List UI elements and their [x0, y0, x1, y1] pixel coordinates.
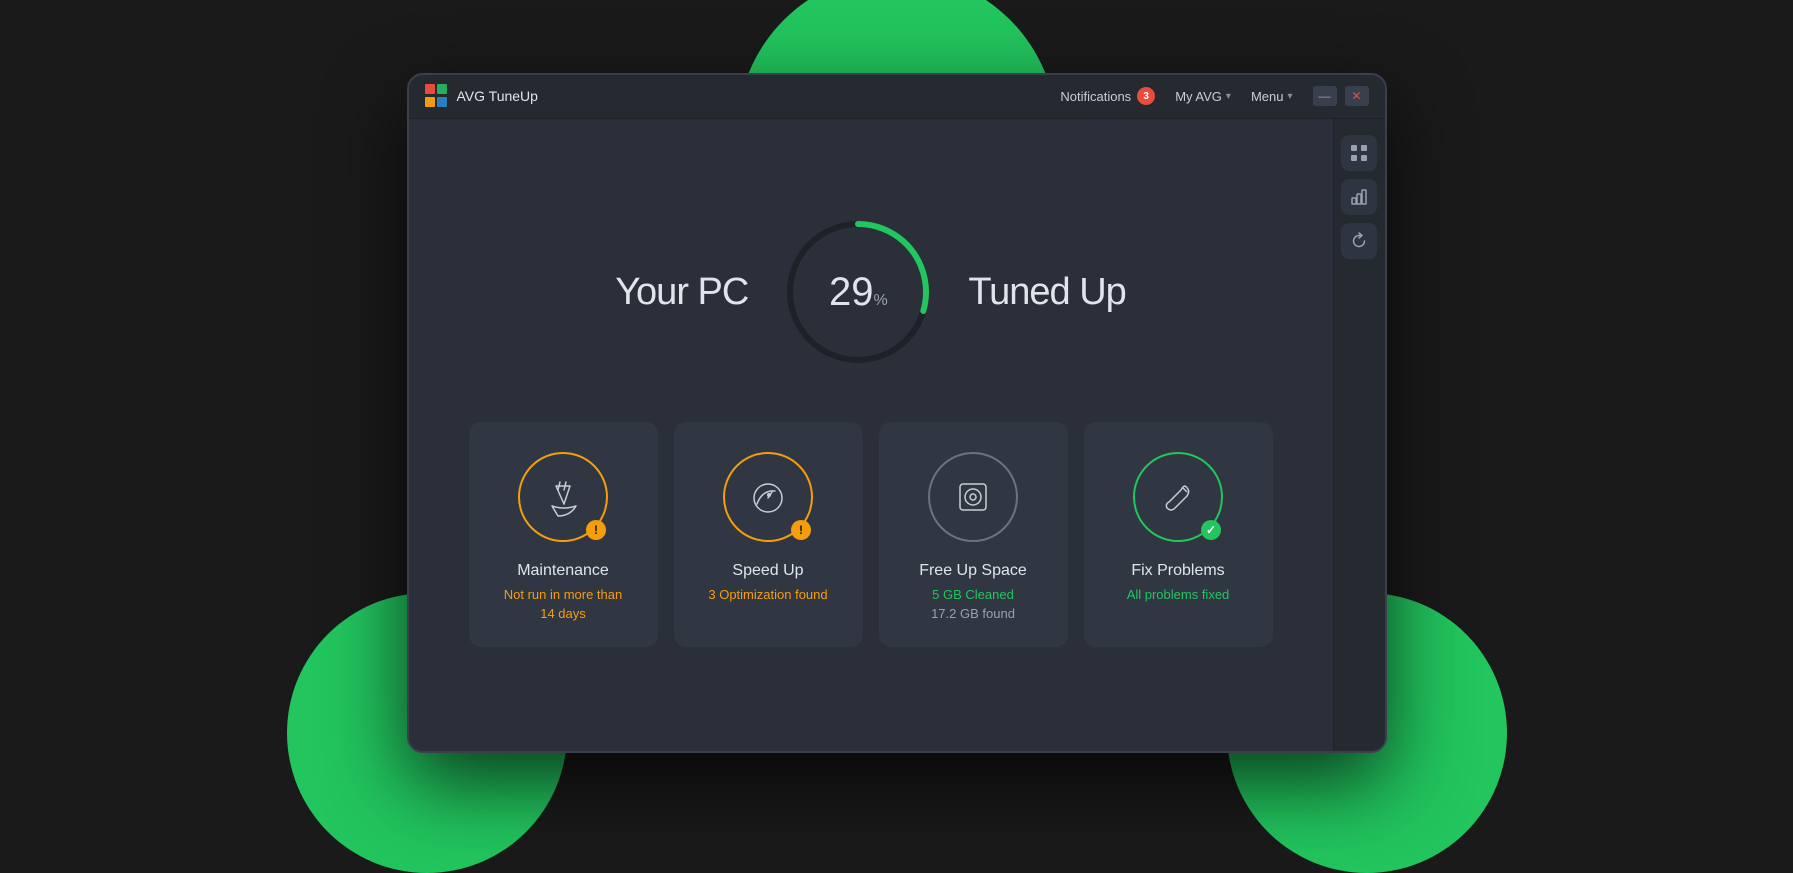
score-value: 29: [829, 270, 874, 314]
logo-square-blue: [437, 97, 447, 107]
speed-up-card[interactable]: ! Speed Up 3 Optimization found: [674, 422, 863, 646]
maintenance-icon-wrapper: !: [518, 452, 608, 542]
speed-up-icon-wrapper: !: [723, 452, 813, 542]
score-gauge: 29%: [778, 212, 938, 372]
laptop-frame: AVG TuneUp Notifications 3 My AVG ▾ Menu…: [407, 73, 1387, 753]
titlebar-right: Notifications 3 My AVG ▾ Menu ▾ —: [1060, 86, 1368, 106]
tuned-up-label: Tuned Up: [968, 271, 1125, 314]
cards-section: ! Maintenance Not run in more than14 day…: [469, 422, 1273, 646]
titlebar: AVG TuneUp Notifications 3 My AVG ▾ Menu…: [409, 75, 1385, 119]
notifications-button[interactable]: Notifications 3: [1060, 87, 1155, 105]
main-content: Your PC 29% Tuned Up: [409, 119, 1385, 751]
fix-problems-icon-wrapper: ✓: [1133, 452, 1223, 542]
maintenance-title: Maintenance: [517, 562, 609, 580]
speedometer-icon: [747, 476, 789, 518]
sidebar-chart-icon[interactable]: [1341, 179, 1377, 215]
maintenance-alert-badge: !: [586, 520, 606, 540]
fix-problems-check-badge: ✓: [1201, 520, 1221, 540]
free-up-found: 17.2 GB found: [931, 606, 1015, 621]
maintenance-card[interactable]: ! Maintenance Not run in more than14 day…: [469, 422, 658, 646]
logo-square-green: [437, 84, 447, 94]
app-window: AVG TuneUp Notifications 3 My AVG ▾ Menu…: [407, 73, 1387, 753]
sidebar-refresh-icon[interactable]: [1341, 223, 1377, 259]
score-percent: %: [873, 292, 887, 309]
broom-icon: [542, 476, 584, 518]
fix-problems-title: Fix Problems: [1131, 562, 1224, 580]
window-controls: — ✕: [1313, 86, 1369, 106]
fix-problems-card[interactable]: ✓ Fix Problems All problems fixed: [1084, 422, 1273, 646]
free-up-space-card[interactable]: Free Up Space 5 GB Cleaned 17.2 GB found: [879, 422, 1068, 646]
wrench-icon: [1157, 476, 1199, 518]
free-up-cleaned: 5 GB Cleaned: [932, 587, 1014, 602]
app-name: AVG TuneUp: [457, 88, 538, 104]
my-avg-button[interactable]: My AVG ▾: [1175, 89, 1231, 104]
free-up-space-icon-circle: [928, 452, 1018, 542]
speed-up-status: 3 Optimization found: [708, 586, 827, 604]
score-section: Your PC 29% Tuned Up: [615, 212, 1126, 372]
close-button[interactable]: ✕: [1345, 86, 1369, 106]
sidebar: [1333, 119, 1385, 751]
your-pc-label: Your PC: [615, 271, 748, 314]
avg-logo: [425, 84, 449, 108]
free-up-space-title: Free Up Space: [919, 562, 1027, 580]
minimize-button[interactable]: —: [1313, 86, 1337, 106]
sidebar-grid-icon[interactable]: [1341, 135, 1377, 171]
fix-problems-status: All problems fixed: [1127, 586, 1230, 604]
menu-chevron-icon: ▾: [1287, 91, 1292, 102]
notifications-label: Notifications: [1060, 89, 1131, 104]
free-up-space-status: 5 GB Cleaned 17.2 GB found: [931, 586, 1015, 622]
menu-button[interactable]: Menu ▾: [1251, 89, 1293, 104]
disk-icon: [952, 476, 994, 518]
speed-up-title: Speed Up: [732, 562, 803, 580]
center-area: Your PC 29% Tuned Up: [409, 119, 1333, 751]
titlebar-left: AVG TuneUp: [425, 84, 538, 108]
logo-square-orange: [425, 97, 435, 107]
free-up-space-icon-wrapper: [928, 452, 1018, 542]
gauge-inner: 29%: [829, 272, 888, 312]
maintenance-status: Not run in more than14 days: [504, 586, 623, 622]
speed-up-alert-badge: !: [791, 520, 811, 540]
logo-square-red: [425, 84, 435, 94]
notification-badge: 3: [1137, 87, 1155, 105]
my-avg-chevron-icon: ▾: [1226, 91, 1231, 102]
